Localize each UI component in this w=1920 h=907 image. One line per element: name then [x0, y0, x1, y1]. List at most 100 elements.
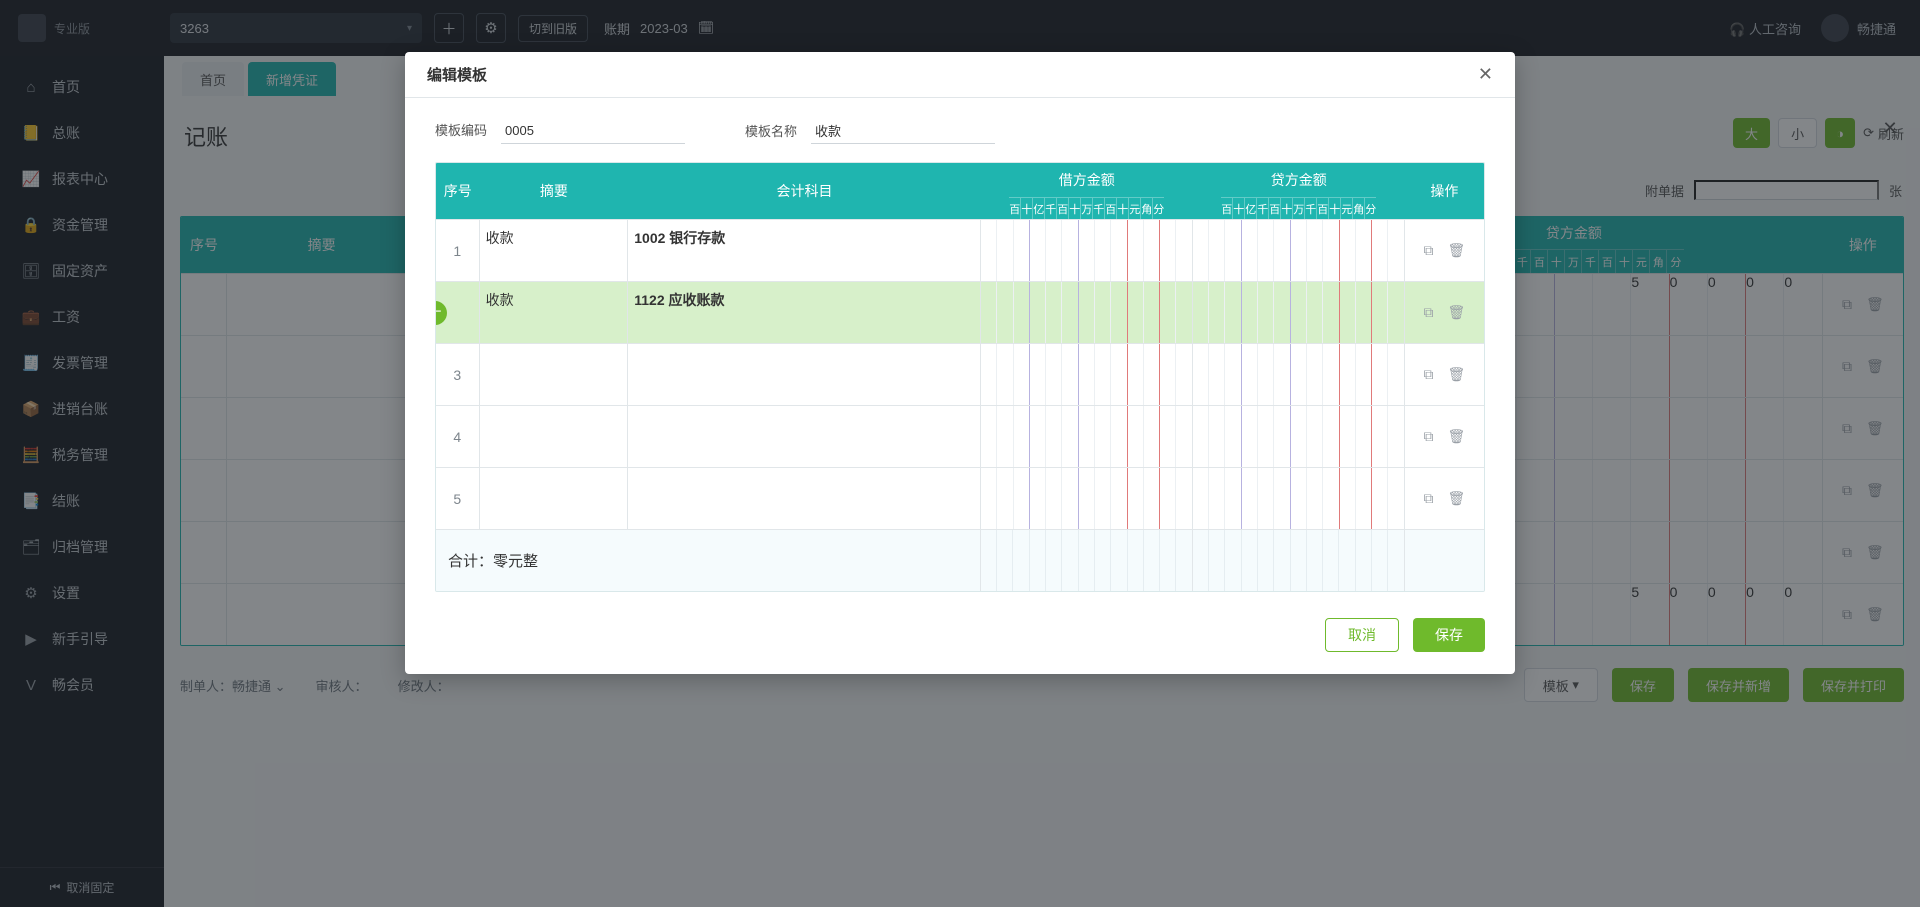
- digit-cell[interactable]: [1225, 344, 1241, 405]
- digit-cell[interactable]: [1095, 282, 1111, 343]
- digit-cell[interactable]: [1388, 344, 1403, 405]
- digit-cell[interactable]: [981, 282, 997, 343]
- digit-cell[interactable]: [1111, 344, 1127, 405]
- digit-cell[interactable]: [1160, 282, 1176, 343]
- digit-cell[interactable]: [981, 406, 997, 467]
- digit-cell[interactable]: [1079, 468, 1095, 529]
- digit-cell[interactable]: [1274, 468, 1290, 529]
- digit-cell[interactable]: [1193, 344, 1209, 405]
- digit-cell[interactable]: [1079, 406, 1095, 467]
- digit-cell[interactable]: [1046, 468, 1062, 529]
- digit-cell[interactable]: [997, 468, 1013, 529]
- digit-cell[interactable]: [1307, 220, 1323, 281]
- digit-cell[interactable]: [1209, 530, 1225, 591]
- digit-cell[interactable]: [1356, 344, 1372, 405]
- digit-cell[interactable]: [1046, 530, 1062, 591]
- digit-cell[interactable]: [1356, 220, 1372, 281]
- digit-cell[interactable]: [1144, 282, 1160, 343]
- digit-cell[interactable]: [1062, 530, 1078, 591]
- digit-cell[interactable]: [997, 282, 1013, 343]
- digit-cell[interactable]: [1388, 220, 1403, 281]
- digit-cell[interactable]: [1062, 344, 1078, 405]
- row-account[interactable]: 1002 银行存款: [628, 220, 981, 281]
- digit-cell[interactable]: [1193, 468, 1209, 529]
- copy-row-icon[interactable]: ⧉: [1424, 490, 1434, 507]
- digit-cell[interactable]: [1095, 220, 1111, 281]
- copy-row-icon[interactable]: ⧉: [1424, 304, 1434, 321]
- digit-cell[interactable]: [1372, 530, 1388, 591]
- digit-cell[interactable]: [1323, 282, 1339, 343]
- digit-cell[interactable]: [1144, 344, 1160, 405]
- digit-cell[interactable]: [1323, 220, 1339, 281]
- digit-cell[interactable]: [1013, 530, 1029, 591]
- row-digest[interactable]: [480, 344, 629, 405]
- row-debit[interactable]: [981, 220, 1193, 281]
- digit-cell[interactable]: [997, 344, 1013, 405]
- digit-cell[interactable]: [1340, 468, 1356, 529]
- row-credit[interactable]: [1193, 344, 1405, 405]
- digit-cell[interactable]: [1014, 406, 1030, 467]
- digit-cell[interactable]: [1291, 344, 1307, 405]
- digit-cell[interactable]: [1079, 344, 1095, 405]
- digit-cell[interactable]: [1062, 282, 1078, 343]
- row-credit[interactable]: [1193, 468, 1405, 529]
- digit-cell[interactable]: [1176, 282, 1191, 343]
- digit-cell[interactable]: [1160, 406, 1176, 467]
- digit-cell[interactable]: [1258, 406, 1274, 467]
- row-account[interactable]: 1122 应收账款: [628, 282, 981, 343]
- digit-cell[interactable]: [1307, 530, 1323, 591]
- digit-cell[interactable]: [1209, 344, 1225, 405]
- digit-cell[interactable]: [1356, 468, 1372, 529]
- digit-cell[interactable]: [1176, 344, 1191, 405]
- delete-row-icon[interactable]: 🗑: [1448, 490, 1466, 507]
- row-debit[interactable]: [981, 406, 1193, 467]
- digit-cell[interactable]: [1079, 220, 1095, 281]
- row-account[interactable]: [628, 406, 981, 467]
- digit-cell[interactable]: [1388, 282, 1403, 343]
- digit-cell[interactable]: [1209, 282, 1225, 343]
- digit-cell[interactable]: [1062, 406, 1078, 467]
- row-digest[interactable]: [480, 406, 629, 467]
- digit-cell[interactable]: [1095, 406, 1111, 467]
- digit-cell[interactable]: [1258, 468, 1274, 529]
- digit-cell[interactable]: [1291, 282, 1307, 343]
- digit-cell[interactable]: [1291, 220, 1307, 281]
- digit-cell[interactable]: [1046, 406, 1062, 467]
- digit-cell[interactable]: [1014, 468, 1030, 529]
- digit-cell[interactable]: [1062, 220, 1078, 281]
- digit-cell[interactable]: [1323, 530, 1339, 591]
- digit-cell[interactable]: [1388, 406, 1403, 467]
- digit-cell[interactable]: [1291, 530, 1307, 591]
- digit-cell[interactable]: [1356, 282, 1372, 343]
- digit-cell[interactable]: [1356, 530, 1372, 591]
- digit-cell[interactable]: [1046, 344, 1062, 405]
- digit-cell[interactable]: [1095, 344, 1111, 405]
- digit-cell[interactable]: [1340, 344, 1356, 405]
- digit-cell[interactable]: [1225, 406, 1241, 467]
- digit-cell[interactable]: [1079, 530, 1095, 591]
- digit-cell[interactable]: [981, 468, 997, 529]
- row-credit[interactable]: [1193, 220, 1405, 281]
- digit-cell[interactable]: [1062, 468, 1078, 529]
- digit-cell[interactable]: [1307, 344, 1323, 405]
- digit-cell[interactable]: [1030, 220, 1046, 281]
- digit-cell[interactable]: [1209, 406, 1225, 467]
- digit-cell[interactable]: [981, 220, 997, 281]
- digit-cell[interactable]: [1030, 282, 1046, 343]
- digit-cell[interactable]: [1307, 282, 1323, 343]
- digit-cell[interactable]: [1307, 468, 1323, 529]
- digit-cell[interactable]: [1209, 468, 1225, 529]
- digit-cell[interactable]: [1030, 468, 1046, 529]
- digit-cell[interactable]: [1030, 406, 1046, 467]
- digit-cell[interactable]: [1291, 406, 1307, 467]
- digit-cell[interactable]: [1111, 220, 1127, 281]
- digit-cell[interactable]: [1144, 220, 1160, 281]
- digit-cell[interactable]: [1030, 530, 1046, 591]
- digit-cell[interactable]: [1291, 468, 1307, 529]
- digit-cell[interactable]: [1372, 468, 1388, 529]
- digit-cell[interactable]: [1095, 468, 1111, 529]
- digit-cell[interactable]: [981, 344, 997, 405]
- digit-cell[interactable]: [1193, 282, 1209, 343]
- modal-save-button[interactable]: 保存: [1413, 618, 1485, 652]
- digit-cell[interactable]: [1014, 282, 1030, 343]
